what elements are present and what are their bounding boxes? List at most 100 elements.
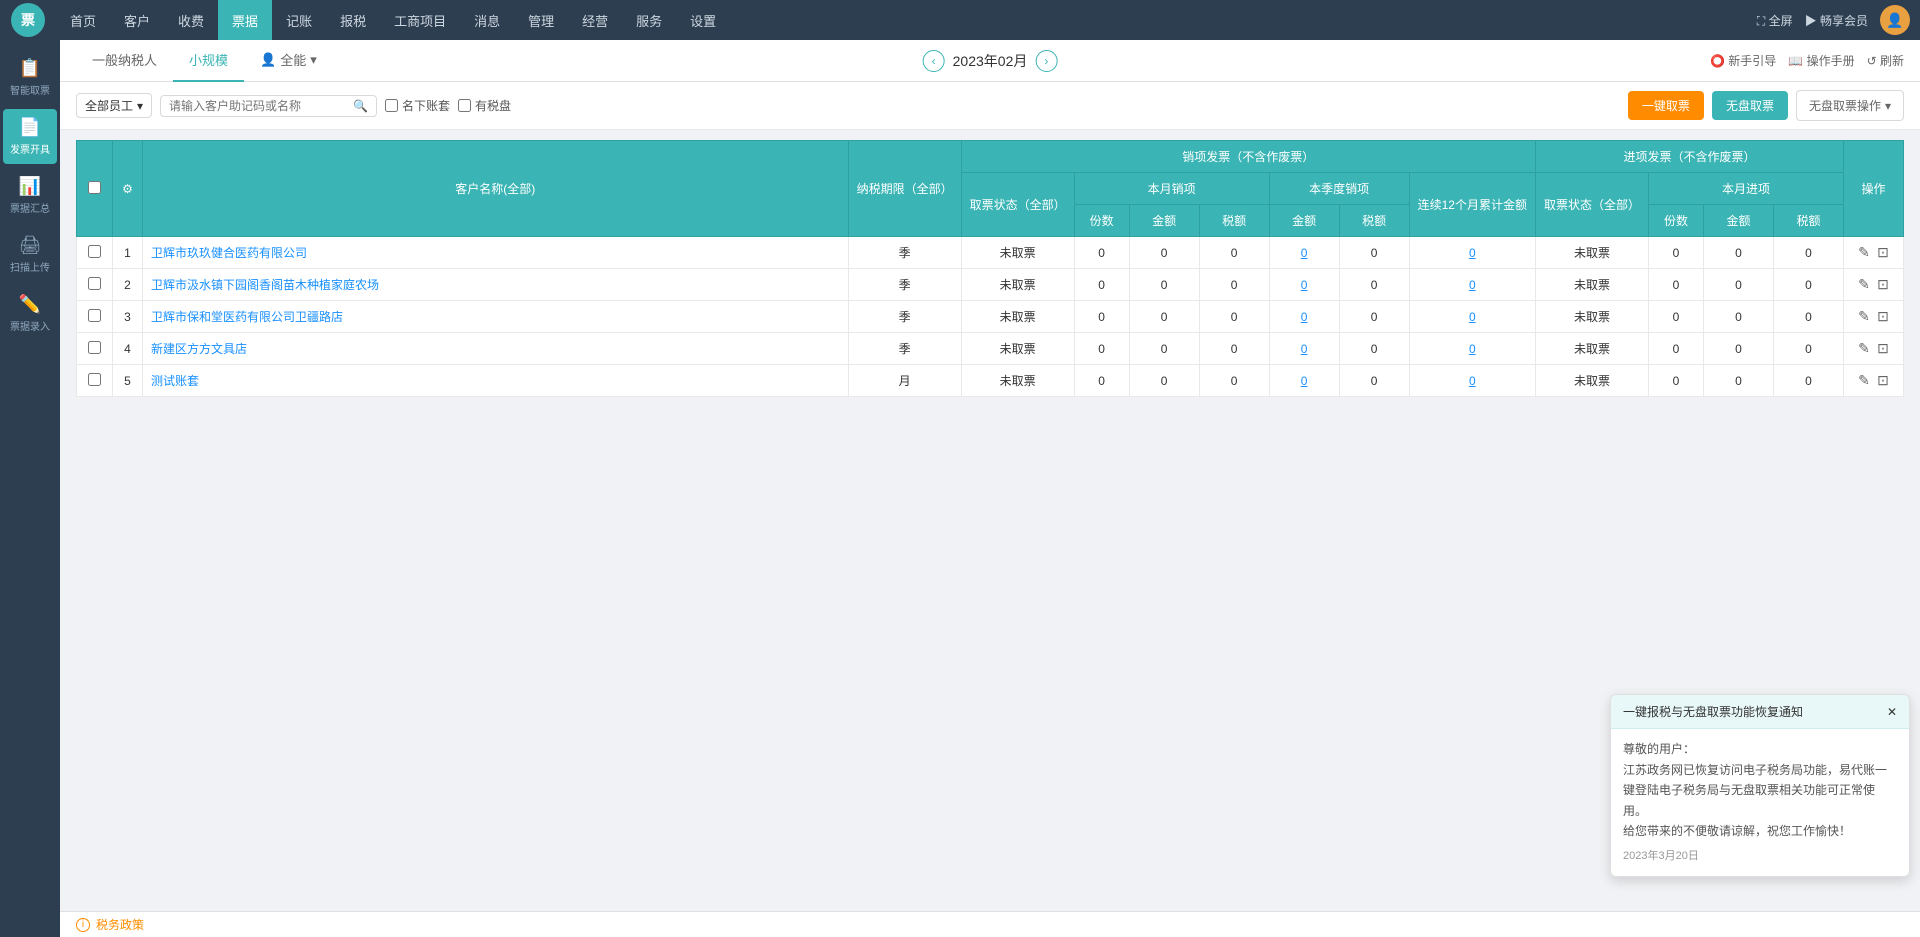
sidebar-item-label-invoice: 发票开具	[10, 141, 50, 156]
th-xiao-month: 本月销项	[1074, 173, 1269, 205]
nav-item-manage[interactable]: 管理	[514, 0, 568, 40]
nav-item-service[interactable]: 服务	[622, 0, 676, 40]
tab-all[interactable]: 👤 全能 ▾	[244, 40, 333, 82]
row-name-2[interactable]: 卫辉市保和堂医药有限公司卫疆路店	[143, 301, 849, 333]
sidebar-item-smart-ticket[interactable]: 📋 智能取票	[3, 50, 57, 105]
row-jin-status-2: 未取票	[1535, 301, 1648, 333]
sidebar-item-scan[interactable]: 🖨 扫描上传	[3, 227, 57, 282]
checkbox-my-accounts[interactable]: 名下账套	[385, 97, 450, 114]
tab-small-scale[interactable]: 小规模	[173, 40, 244, 82]
row-xiao-12-4: 0	[1409, 365, 1535, 397]
nav-item-bizproject[interactable]: 工商项目	[380, 0, 460, 40]
edit-icon-2[interactable]: ✎	[1858, 308, 1870, 324]
row-period-0: 季	[848, 237, 961, 269]
row-xiao-m-count-4: 0	[1074, 365, 1129, 397]
member-btn[interactable]: ▶ 畅享会员	[1805, 12, 1868, 29]
row-jin-m-amount-3: 0	[1704, 333, 1774, 365]
row-jin-m-count-2: 0	[1649, 301, 1704, 333]
row-xiao-status-4: 未取票	[961, 365, 1074, 397]
sidebar-item-entry[interactable]: ✏️ 票据录入	[3, 286, 57, 341]
row-checkbox-0[interactable]	[77, 237, 113, 269]
nav-item-customer[interactable]: 客户	[110, 0, 164, 40]
nav-item-fee[interactable]: 收费	[164, 0, 218, 40]
row-jin-m-tax-3: 0	[1774, 333, 1844, 365]
edit-icon-1[interactable]: ✎	[1858, 276, 1870, 292]
checkbox-my-accounts-input[interactable]	[385, 99, 398, 112]
row-name-1[interactable]: 卫辉市汲水镇下园阁香阁苗木种植家庭农场	[143, 269, 849, 301]
more-icon-4[interactable]: ⊡	[1877, 372, 1889, 388]
new-guide-btn[interactable]: ⭕ 新手引导	[1710, 52, 1776, 69]
sidebar-item-invoice-open[interactable]: 📄 发票开具	[3, 109, 57, 164]
manual-btn[interactable]: 📖 操作手册	[1788, 52, 1854, 69]
row-xiao-q-tax-0: 0	[1339, 237, 1409, 269]
table-row: 4 新建区方方文具店 季 未取票 0 0 0 0 0 0 未取票 0 0 0 ✎…	[77, 333, 1904, 365]
row-name-4[interactable]: 测试账套	[143, 365, 849, 397]
row-xiao-q-amount-0: 0	[1269, 237, 1339, 269]
nav-item-settings[interactable]: 设置	[676, 0, 730, 40]
search-input[interactable]	[169, 99, 349, 113]
user-avatar[interactable]: 👤	[1880, 5, 1910, 35]
row-checkbox-4[interactable]	[77, 365, 113, 397]
one-click-ticket-btn[interactable]: 一键取票	[1628, 91, 1704, 120]
more-icon-3[interactable]: ⊡	[1877, 340, 1889, 356]
employee-select-label: 全部员工	[85, 97, 133, 114]
nav-item-tax[interactable]: 报税	[326, 0, 380, 40]
notification-close-btn[interactable]: ✕	[1887, 705, 1897, 719]
refresh-btn[interactable]: ↺ 刷新	[1867, 52, 1904, 69]
nav-items: 首页 客户 收费 票据 记账 报税 工商项目 消息 管理 经营 服务 设置	[56, 0, 1757, 40]
sidebar-item-label-entry: 票据录入	[10, 318, 50, 333]
top-nav-right: ⛶ 全屏 ▶ 畅享会员 👤	[1757, 5, 1910, 35]
select-all-checkbox[interactable]	[88, 181, 101, 194]
row-actions-3: ✎ ⊡	[1844, 333, 1904, 365]
more-icon-1[interactable]: ⊡	[1877, 276, 1889, 292]
row-xiao-q-amount-4: 0	[1269, 365, 1339, 397]
nav-item-business[interactable]: 经营	[568, 0, 622, 40]
tax-policy-link[interactable]: 税务政策	[96, 916, 144, 933]
more-icon-0[interactable]: ⊡	[1877, 244, 1889, 260]
row-period-2: 季	[848, 301, 961, 333]
checkbox-tax-disk-input[interactable]	[458, 99, 471, 112]
row-checkbox-2[interactable]	[77, 301, 113, 333]
fullscreen-btn[interactable]: ⛶ 全屏	[1757, 12, 1793, 29]
entry-icon: ✏️	[19, 294, 41, 315]
sidebar-item-summary[interactable]: 📊 票据汇总	[3, 168, 57, 223]
th-client-name: 客户名称(全部)	[143, 141, 849, 237]
row-name-3[interactable]: 新建区方方文具店	[143, 333, 849, 365]
employee-select[interactable]: 全部员工 ▾	[76, 93, 152, 118]
edit-icon-4[interactable]: ✎	[1858, 372, 1870, 388]
row-xiao-12-3: 0	[1409, 333, 1535, 365]
more-icon-2[interactable]: ⊡	[1877, 308, 1889, 324]
row-xiao-m-tax-1: 0	[1199, 269, 1269, 301]
th-settings-icon[interactable]: ⚙	[113, 141, 143, 237]
row-xiao-q-tax-4: 0	[1339, 365, 1409, 397]
row-checkbox-3[interactable]	[77, 333, 113, 365]
nav-item-message[interactable]: 消息	[460, 0, 514, 40]
nav-item-home[interactable]: 首页	[56, 0, 110, 40]
sidebar-item-label-smart: 智能取票	[10, 82, 50, 97]
row-no-1: 2	[113, 269, 143, 301]
row-jin-status-4: 未取票	[1535, 365, 1648, 397]
row-xiao-q-tax-2: 0	[1339, 301, 1409, 333]
th-xiao-quarter: 本季度销项	[1269, 173, 1409, 205]
row-checkbox-1[interactable]	[77, 269, 113, 301]
no-disk-ops-btn[interactable]: 无盘取票操作 ▾	[1796, 90, 1904, 121]
search-icon[interactable]: 🔍	[353, 99, 368, 113]
row-actions-1: ✎ ⊡	[1844, 269, 1904, 301]
row-name-0[interactable]: 卫辉市玖玖健合医药有限公司	[143, 237, 849, 269]
nav-item-ticket[interactable]: 票据	[218, 0, 272, 40]
notification-popup: 一键报税与无盘取票功能恢复通知 ✕ 尊敬的用户： 江苏政务网已恢复访问电子税务局…	[1610, 694, 1910, 877]
no-disk-ticket-btn[interactable]: 无盘取票	[1712, 91, 1788, 120]
row-xiao-m-amount-2: 0	[1129, 301, 1199, 333]
th-jin-month: 本月进项	[1649, 173, 1844, 205]
logo-icon[interactable]: 票	[10, 2, 46, 38]
scan-icon: 🖨	[19, 235, 42, 256]
edit-icon-0[interactable]: ✎	[1858, 244, 1870, 260]
next-month-btn[interactable]: ›	[1035, 50, 1057, 72]
edit-icon-3[interactable]: ✎	[1858, 340, 1870, 356]
checkbox-tax-disk[interactable]: 有税盘	[458, 97, 511, 114]
tab-general-taxpayer[interactable]: 一般纳税人	[76, 40, 173, 82]
prev-month-btn[interactable]: ‹	[923, 50, 945, 72]
table-row: 5 测试账套 月 未取票 0 0 0 0 0 0 未取票 0 0 0 ✎ ⊡	[77, 365, 1904, 397]
nav-item-account[interactable]: 记账	[272, 0, 326, 40]
table-row: 3 卫辉市保和堂医药有限公司卫疆路店 季 未取票 0 0 0 0 0 0 未取票…	[77, 301, 1904, 333]
